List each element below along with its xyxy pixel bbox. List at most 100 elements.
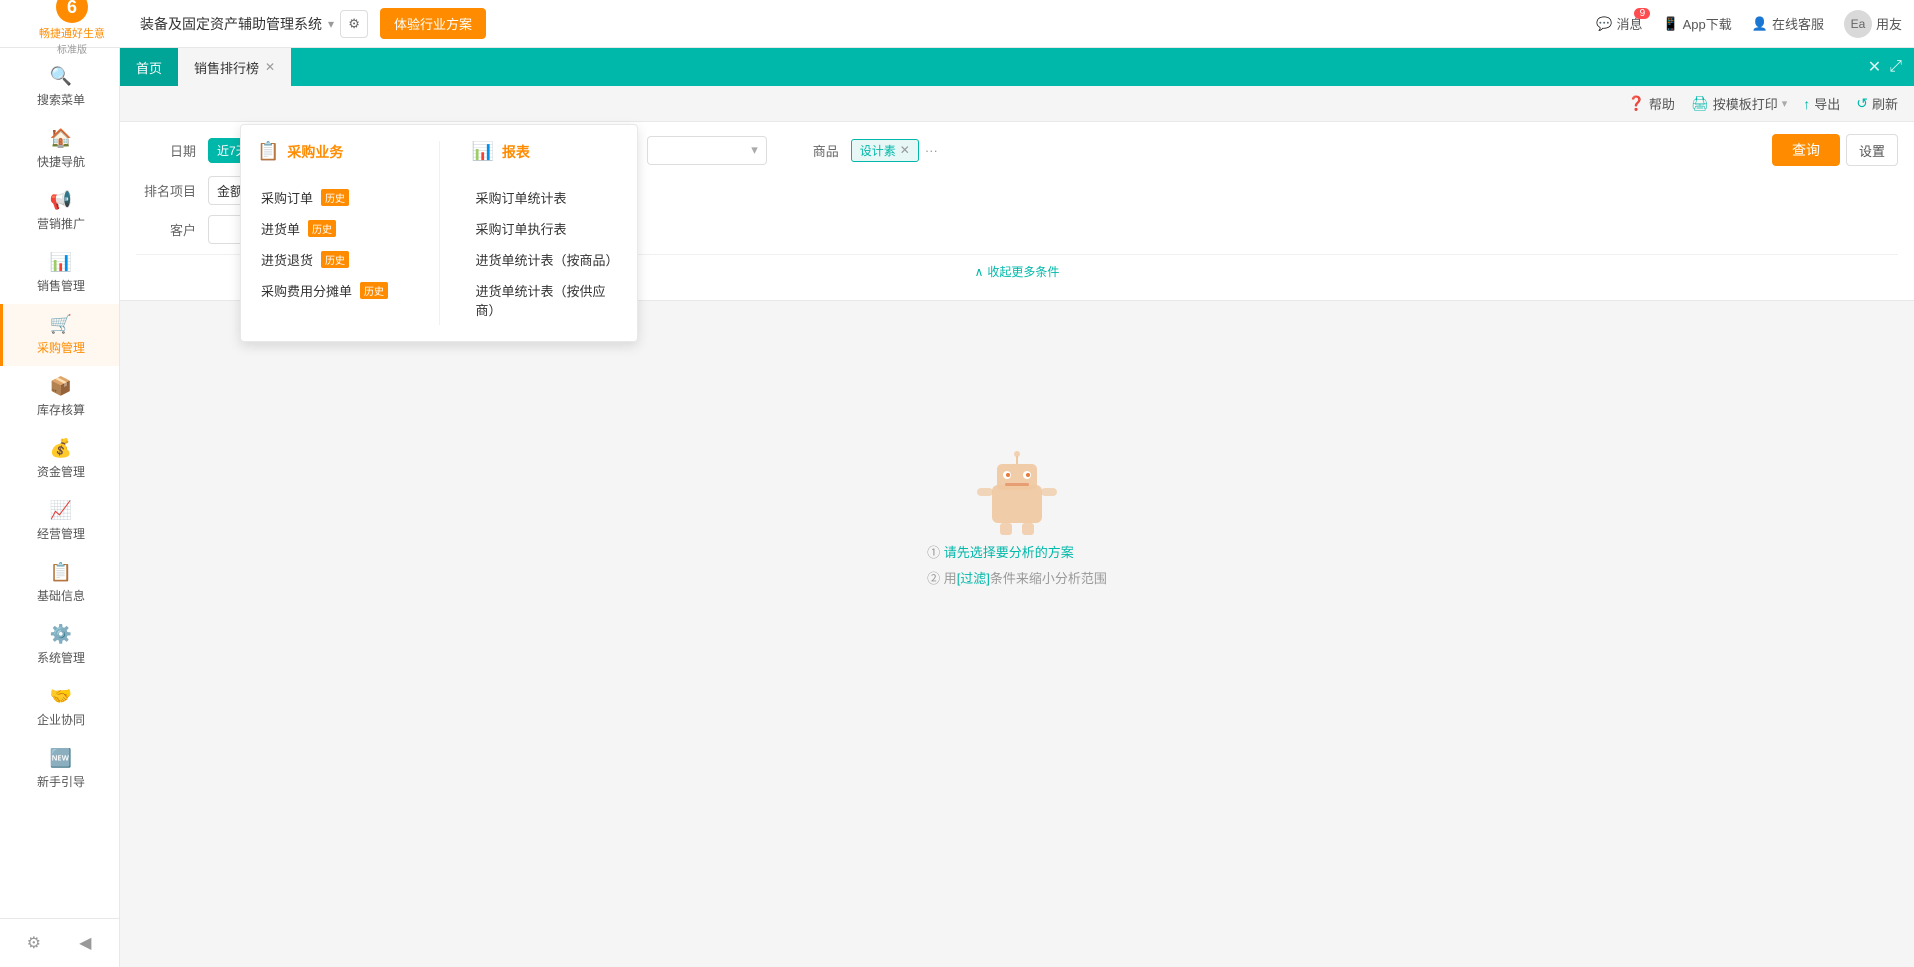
sidebar-label-operation: 经营管理 [37,525,85,542]
menu-item-expense[interactable]: 采购费用分摊单 历史 [257,275,407,306]
purchase-dropdown-menu: 📋 采购业务 采购订单 历史 进货单 历史 进货退货 历史 [240,124,638,342]
sidebar-item-finance[interactable]: 💰 资金管理 [0,428,119,490]
message-button[interactable]: 💬 消息 9 [1596,14,1642,33]
menu-item-report3[interactable]: 进货单统计表（按商品） [472,244,622,275]
tab-actions: ✕ ⤢ [1868,57,1914,77]
sidebar-item-inventory[interactable]: 📦 库存核算 [0,366,119,428]
operation-icon: 📈 [50,500,72,521]
tab-maximize-btn[interactable]: ⤢ [1889,58,1902,76]
content-area: 首页 销售排行榜 ✕ ✕ ⤢ 📋 采购业务 [120,48,1914,967]
rank-label: 排名项目 [136,181,196,200]
empty-hint: ① 请先选择要分析的方案 ② 用[过滤]条件来缩小分析范围 [927,540,1107,592]
collapse-label: 收起更多条件 [987,263,1059,280]
goods-filter-wrap: 设计素 ✕ ··· [851,139,938,162]
top-right: 💬 消息 9 📱 App下载 👤 在线客服 Ea 用友 [1596,10,1902,38]
goods-ellipsis[interactable]: ··· [925,143,938,158]
print-dropdown-icon: ▾ [1782,97,1788,110]
system-icon: ⚙️ [50,624,72,645]
sidebar-item-cooperation[interactable]: 🤝 企业协同 [0,676,119,738]
empty-illustration [967,450,1067,540]
query-button[interactable]: 查询 [1772,134,1840,166]
logo-icon: 6 [56,0,88,23]
tab-sales-rank[interactable]: 销售排行榜 ✕ [178,48,291,86]
gear-button[interactable]: ⚙ [340,10,368,38]
status-dropdown-icon: ▾ [751,142,758,158]
sidebar-item-basic[interactable]: 📋 基础信息 [0,552,119,614]
customer-label: 客户 [136,220,196,239]
sidebar-item-sales[interactable]: 📊 销售管理 [0,242,119,304]
sidebar-item-search[interactable]: 🔍 搜索菜单 [0,56,119,118]
logo-area: 6 畅捷通好生意 标准版 [12,0,132,56]
print-button[interactable]: 🖨 按模板打印 ▾ [1691,94,1787,113]
status-select[interactable]: ▾ [647,136,767,165]
refresh-button[interactable]: ↺ 刷新 [1856,94,1898,113]
menu-item-expense-label: 采购费用分摊单 [261,281,352,300]
sidebar-item-system[interactable]: ⚙️ 系统管理 [0,614,119,676]
system-title: 装备及固定资产辅助管理系统 ▾ [140,14,334,34]
help-button[interactable]: ❓ 帮助 [1627,94,1674,113]
menu-item-report4[interactable]: 进货单统计表（按供应商） [472,275,622,325]
export-button[interactable]: ↑ 导出 [1803,94,1840,113]
sidebar-item-quicknav[interactable]: 🏠 快捷导航 [0,118,119,180]
title-dropdown-icon[interactable]: ▾ [328,17,334,31]
inventory-icon: 📦 [50,376,72,397]
user-button[interactable]: Ea 用友 [1844,10,1902,38]
industry-button[interactable]: 体验行业方案 [380,8,486,39]
menu-item-return[interactable]: 进货退货 历史 [257,244,407,275]
menu-col2-label: 报表 [502,142,530,162]
main-layout: 🔍 搜索菜单 🏠 快捷导航 📢 营销推广 📊 销售管理 🛒 采购管理 📦 库存核… [0,48,1914,967]
menu-divider [439,141,440,325]
date-label: 日期 [136,141,196,160]
sidebar-item-purchase[interactable]: 🛒 采购管理 [0,304,119,366]
search-icon: 🔍 [50,66,72,87]
sidebar-label-purchase: 采购管理 [37,339,85,356]
sidebar-item-marketing[interactable]: 📢 营销推广 [0,180,119,242]
sidebar-label-system: 系统管理 [37,649,85,666]
setting-button[interactable]: 设置 [1846,134,1898,166]
sidebar-label-marketing: 营销推广 [37,215,85,232]
sidebar-settings-btn[interactable]: ⚙ [18,927,50,959]
basic-icon: 📋 [50,562,72,583]
user-avatar: Ea [1844,10,1872,38]
sidebar-label-inventory: 库存核算 [37,401,85,418]
menu-col1-label: 采购业务 [287,142,343,162]
cooperation-icon: 🤝 [50,686,72,707]
menu-item-incoming[interactable]: 进货单 历史 [257,213,407,244]
menu-item-report2-label: 采购订单执行表 [476,219,567,238]
sidebar-label-guide: 新手引导 [37,773,85,790]
purchase-col-icon: 📋 [257,141,279,162]
tab-close-all-btn[interactable]: ✕ [1868,57,1881,77]
page-body: 📋 采购业务 采购订单 历史 进货单 历史 进货退货 历史 [120,86,1914,741]
report-col-icon: 📊 [472,141,494,162]
home-icon: 🏠 [50,128,72,149]
system-title-text: 装备及固定资产辅助管理系统 [140,14,322,34]
sidebar-item-guide[interactable]: 🆕 新手引导 [0,738,119,800]
tab-bar: 首页 销售排行榜 ✕ ✕ ⤢ [120,48,1914,86]
menu-item-report2[interactable]: 采购订单执行表 [472,213,622,244]
finance-icon: 💰 [50,438,72,459]
menu-item-report1[interactable]: 采购订单统计表 [472,182,622,213]
sidebar-label-finance: 资金管理 [37,463,85,480]
app-download-button[interactable]: 📱 App下载 [1662,14,1731,33]
status-value [656,141,747,160]
refresh-icon: ↺ [1856,95,1868,112]
menu-item-purchase-order-label: 采购订单 [261,188,313,207]
menu-item-return-label: 进货退货 [261,250,313,269]
online-service-button[interactable]: 👤 在线客服 [1752,14,1824,33]
tab-close-icon[interactable]: ✕ [265,60,275,74]
menu-item-return-badge: 历史 [321,251,349,268]
sidebar-collapse-btn[interactable]: ◀ [69,927,101,959]
top-bar: 6 畅捷通好生意 标准版 装备及固定资产辅助管理系统 ▾ ⚙ 体验行业方案 💬 … [0,0,1914,48]
sidebar-bottom: ⚙ ◀ [0,918,119,967]
export-icon: ↑ [1803,96,1810,112]
sales-icon: 📊 [50,252,72,273]
sidebar-label-search: 搜索菜单 [37,91,85,108]
sidebar-item-operation[interactable]: 📈 经营管理 [0,490,119,552]
goods-tag-close[interactable]: ✕ [900,143,910,157]
menu-item-purchase-order[interactable]: 采购订单 历史 [257,182,407,213]
menu-item-report1-label: 采购订单统计表 [476,188,567,207]
menu-item-incoming-label: 进货单 [261,219,300,238]
app-icon: 📱 [1662,16,1678,32]
service-icon: 👤 [1752,16,1768,32]
goods-tag: 设计素 ✕ [851,139,919,162]
